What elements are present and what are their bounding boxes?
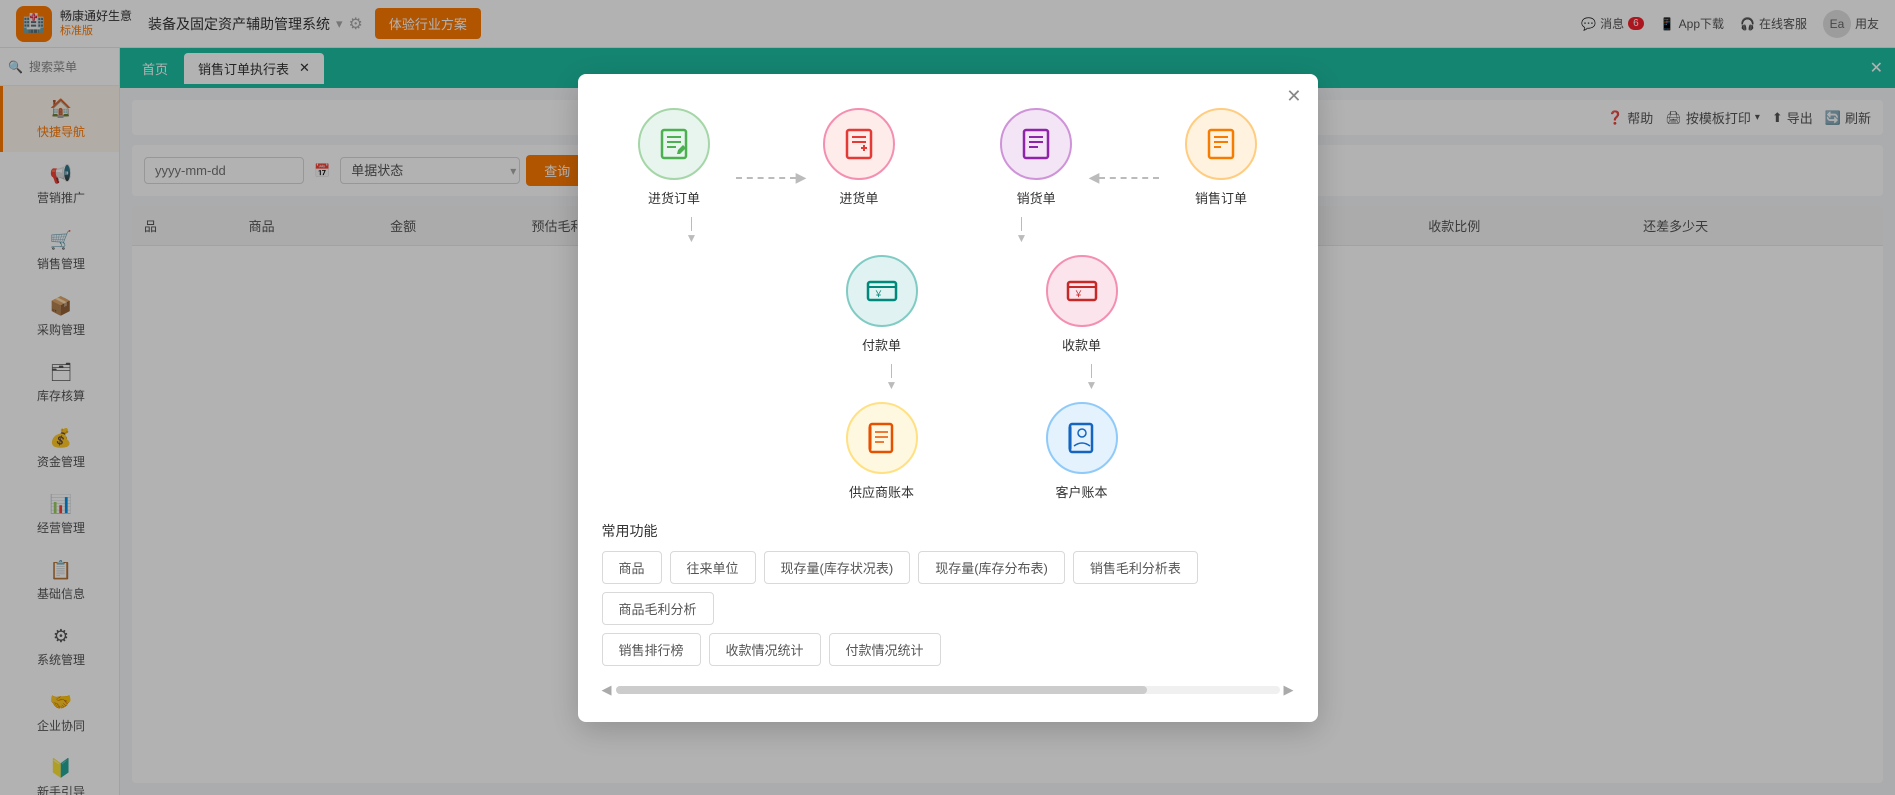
supplier-ledger-icon [846,402,918,474]
scroll-left-icon[interactable]: ◀ [602,682,612,698]
scrollbar-track [616,686,1280,694]
receipt-label: 收款单 [1062,335,1101,354]
flow-modal: ✕ 进货订单 ▶ [578,74,1318,722]
modal-scrollbar: ◀ ▶ [602,682,1294,698]
scrollbar-thumb[interactable] [616,686,1147,694]
payment-icon: ￥ [846,255,918,327]
flow-item-payment[interactable]: ￥ 付款单 [822,255,942,354]
payment-label: 付款单 [862,335,901,354]
purchase-slip-label: 进货单 [839,188,878,207]
modal-overlay[interactable]: ✕ 进货订单 ▶ [0,0,1895,795]
sales-order-icon [1185,108,1257,180]
receipt-icon: ￥ [1046,255,1118,327]
common-funcs-section: 常用功能 商品 往来单位 现存量(库存状况表) 现存量(库存分布表) 销售毛利分… [602,521,1294,666]
modal-close-button[interactable]: ✕ [1286,86,1301,107]
svg-text:￥: ￥ [1074,289,1083,299]
flow-item-sales-slip[interactable]: 销货单 [984,108,1089,207]
sales-order-label: 销售订单 [1195,188,1247,207]
sales-slip-icon [1000,108,1072,180]
func-btn-stock-status[interactable]: 现存量(库存状况表) [764,551,911,584]
flow-item-sales-order[interactable]: 销售订单 [1169,108,1274,207]
func-btn-payment-stats[interactable]: 付款情况统计 [829,633,941,666]
customer-ledger-icon [1046,402,1118,474]
func-btn-product-gross[interactable]: 商品毛利分析 [602,592,714,625]
func-btn-products[interactable]: 商品 [602,551,662,584]
func-btn-sales-rank[interactable]: 销售排行榜 [602,633,701,666]
func-btn-stock-distribution[interactable]: 现存量(库存分布表) [918,551,1065,584]
sales-slip-label: 销货单 [1017,188,1056,207]
purchase-slip-icon [823,108,895,180]
svg-text:￥: ￥ [874,289,883,299]
func-buttons-row1: 商品 往来单位 现存量(库存状况表) 现存量(库存分布表) 销售毛利分析表 商品… [602,551,1294,625]
flow-item-supplier-ledger[interactable]: 供应商账本 [822,402,942,501]
common-funcs-title: 常用功能 [602,521,1294,541]
customer-ledger-label: 客户账本 [1055,482,1107,501]
flow-item-customer-ledger[interactable]: 客户账本 [1022,402,1142,501]
func-btn-partners[interactable]: 往来单位 [670,551,756,584]
func-btn-sales-gross[interactable]: 销售毛利分析表 [1073,551,1198,584]
flow-item-receipt[interactable]: ￥ 收款单 [1022,255,1142,354]
scroll-right-icon[interactable]: ▶ [1284,682,1294,698]
supplier-ledger-label: 供应商账本 [849,482,914,501]
func-buttons-row2: 销售排行榜 收款情况统计 付款情况统计 [602,633,1294,666]
flow-item-purchase-order[interactable]: 进货订单 [622,108,727,207]
func-btn-receipt-stats[interactable]: 收款情况统计 [709,633,821,666]
purchase-order-label: 进货订单 [648,188,700,207]
flow-item-purchase-slip[interactable]: 进货单 [806,108,911,207]
purchase-order-icon [638,108,710,180]
